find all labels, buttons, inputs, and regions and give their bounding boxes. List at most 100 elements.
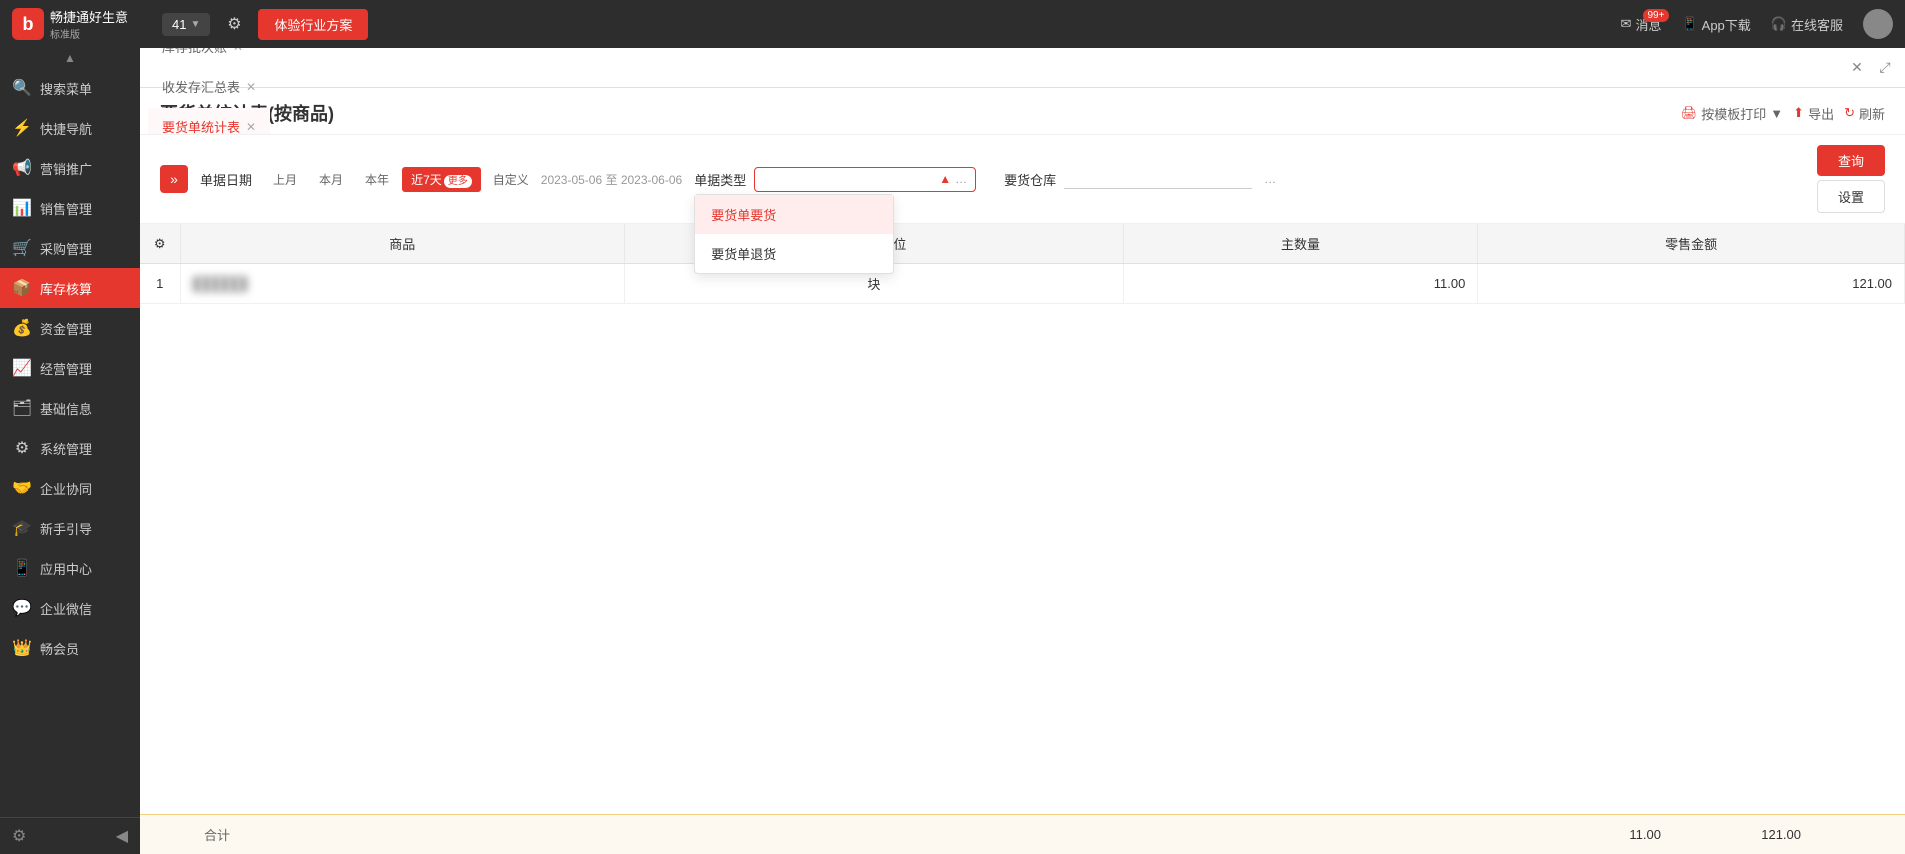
sidebar-label-marketing: 营销推广 [40, 159, 128, 178]
message-icon: ✉ [1621, 16, 1632, 32]
type-dropdown: 要货单要货要货单退货 [694, 194, 894, 274]
sidebar-item-enterprise[interactable]: 🤝企业协同 [0, 468, 140, 508]
sidebar-label-operation: 经营管理 [40, 359, 128, 378]
th-quantity: 主数量 [1123, 224, 1478, 264]
sidebar-item-member[interactable]: 👑畅会员 [0, 628, 140, 668]
sidebar-collapse-icon[interactable]: ◀ [116, 826, 128, 846]
sidebar-item-finance[interactable]: 💰资金管理 [0, 308, 140, 348]
sidebar-item-base[interactable]: 🗂基础信息 [0, 388, 140, 428]
store-name: 41 [172, 17, 186, 32]
sidebar-item-search[interactable]: 🔍 搜索菜单 [0, 68, 140, 108]
warehouse-more[interactable]: … [1264, 172, 1276, 186]
sidebar-icon-operation: 📈 [12, 358, 32, 378]
print-button[interactable]: 🖨 按模板打印 ▼ [1681, 104, 1783, 123]
user-avatar[interactable] [1863, 9, 1893, 39]
th-product: 商品 [180, 224, 625, 264]
sidebar: ▲ 🔍 搜索菜单 ⚡快捷导航 📢 营销推广 📊销售管理🛒采购管理 📦 库存核算 💰资金管理 📈 经营… [0, 48, 140, 854]
date-btn-2[interactable]: 本年 [356, 167, 398, 192]
sidebar-item-inventory[interactable]: 📦 库存核算 [0, 268, 140, 308]
tab-close-all[interactable]: ✕ [1845, 56, 1869, 80]
sidebar-item-guide[interactable]: 🎓新手引导 [0, 508, 140, 548]
sidebar-item-purchase[interactable]: 🛒采购管理 [0, 228, 140, 268]
store-selector[interactable]: 41 ▼ [162, 13, 210, 36]
online-service-action[interactable]: 🎧 在线客服 [1771, 15, 1843, 34]
table-container: ⚙商品主计量单位主数量零售金额 1 ██████ 块 11.00 121.00 [140, 224, 1905, 814]
sidebar-icon-finance: 💰 [12, 318, 32, 338]
footer-quantity: 11.00 [1593, 827, 1673, 842]
warehouse-input[interactable] [1070, 171, 1246, 186]
tab-expand[interactable]: ⤢ [1873, 56, 1897, 80]
sidebar-icon-purchase: 🛒 [12, 238, 32, 258]
refresh-button[interactable]: ↻ 刷新 [1844, 104, 1885, 123]
sidebar-icon-guide: 🎓 [12, 518, 32, 538]
export-button[interactable]: ⬆ 导出 [1793, 104, 1834, 123]
sidebar-item-marketing[interactable]: 📢 营销推广 [0, 148, 140, 188]
date-btn-3[interactable]: 近7天更多 [402, 167, 481, 192]
date-btn-1[interactable]: 本月 [310, 167, 352, 192]
sidebar-label-wechat: 企业微信 [40, 599, 128, 618]
dropdown-item-1[interactable]: 要货单退货 [695, 234, 893, 273]
sidebar-icon-marketing: 📢 [12, 158, 32, 178]
message-badge: 99+ [1643, 9, 1670, 22]
footer-label: 合计 [192, 825, 242, 844]
sidebar-icon-system: ⚙ [12, 438, 32, 458]
set-button[interactable]: 设置 [1817, 180, 1885, 213]
sidebar-settings-icon[interactable]: ⚙ [12, 826, 26, 846]
top-header: b 畅捷通好生意 标准版 41 ▼ ⚙ 体验行业方案 ✉ 消息 99+ 📱 Ap… [0, 0, 1905, 48]
sidebar-item-wechat[interactable]: 💬企业微信 [0, 588, 140, 628]
sidebar-icon-inventory: 📦 [12, 278, 32, 298]
sidebar-label-app-center: 应用中心 [40, 559, 128, 578]
cell-no-0: 1 [140, 264, 180, 304]
type-select[interactable]: ▲ … [754, 167, 976, 192]
page-content: 要货单统计表(按商品) 🖨 按模板打印 ▼ ⬆ 导出 ↻ 刷新 [140, 88, 1905, 854]
sidebar-label-sales: 销售管理 [40, 199, 128, 218]
query-button[interactable]: 查询 [1817, 145, 1885, 176]
sidebar-item-app-center[interactable]: 📱应用中心 [0, 548, 140, 588]
type-label: 单据类型 [694, 170, 746, 189]
cell-quantity-0: 11.00 [1123, 264, 1478, 304]
sidebar-item-system[interactable]: ⚙系统管理 [0, 428, 140, 468]
sidebar-icon-member: 👑 [12, 638, 32, 658]
type-select-arrow-up[interactable]: ▲ [939, 172, 951, 186]
sidebar-item-operation[interactable]: 📈 经营管理 [0, 348, 140, 388]
tab-inventory-batch[interactable]: 库存批次账✕ [148, 48, 270, 68]
filter-expand-button[interactable]: » [160, 165, 188, 193]
logo-icon: b [12, 8, 44, 40]
type-input[interactable] [763, 172, 939, 187]
cell-amount-0: 121.00 [1478, 264, 1905, 304]
cell-product-0: ██████ [180, 264, 625, 304]
tab-close-order-summary[interactable]: ✕ [246, 120, 256, 134]
headset-icon: 🎧 [1771, 16, 1787, 32]
th-settings: ⚙ [140, 224, 180, 264]
sidebar-label-inventory: 库存核算 [40, 279, 128, 298]
message-action[interactable]: ✉ 消息 99+ [1621, 15, 1662, 34]
sidebar-scroll-up[interactable]: ▲ [0, 48, 140, 68]
print-icon: 🖨 [1681, 105, 1698, 121]
tab-close-inventory-batch[interactable]: ✕ [233, 48, 243, 54]
type-select-more[interactable]: … [955, 172, 967, 186]
content-area: 首页库存批次账✕收发存汇总表✕要货单统计表✕ ✕ ⤢ 要货单统计表(按商品) 🖨… [140, 48, 1905, 854]
sidebar-icon-search: 🔍 [12, 78, 32, 98]
th-amount: 零售金额 [1478, 224, 1905, 264]
trial-button[interactable]: 体验行业方案 [258, 9, 368, 40]
refresh-icon: ↻ [1844, 105, 1855, 121]
date-btn-0[interactable]: 上月 [264, 167, 306, 192]
settings-icon[interactable]: ⚙ [220, 10, 248, 38]
tab-close-receive-summary[interactable]: ✕ [246, 80, 256, 94]
sidebar-bottom: ⚙ ◀ [0, 817, 140, 854]
sidebar-label-quick-nav: 快捷导航 [40, 119, 128, 138]
tab-label-receive-summary: 收发存汇总表 [162, 77, 240, 96]
custom-date-button[interactable]: 自定义 [493, 171, 529, 188]
sidebar-icon-base: 🗂 [12, 398, 32, 418]
app-sub: 标准版 [50, 26, 128, 41]
sidebar-label-search: 搜索菜单 [40, 79, 128, 98]
refresh-label: 刷新 [1859, 104, 1885, 123]
dropdown-item-0[interactable]: 要货单要货 [695, 195, 893, 234]
online-service-label: 在线客服 [1791, 15, 1843, 34]
app-download-action[interactable]: 📱 App下载 [1681, 15, 1750, 34]
tab-receive-summary[interactable]: 收发存汇总表 ✕ [148, 68, 270, 108]
tab-bar-right: ✕ ⤢ [1845, 56, 1897, 80]
sidebar-item-sales[interactable]: 📊销售管理 [0, 188, 140, 228]
tab-items: 首页库存批次账✕收发存汇总表✕要货单统计表✕ [148, 48, 270, 148]
sidebar-item-quick-nav[interactable]: ⚡快捷导航 [0, 108, 140, 148]
